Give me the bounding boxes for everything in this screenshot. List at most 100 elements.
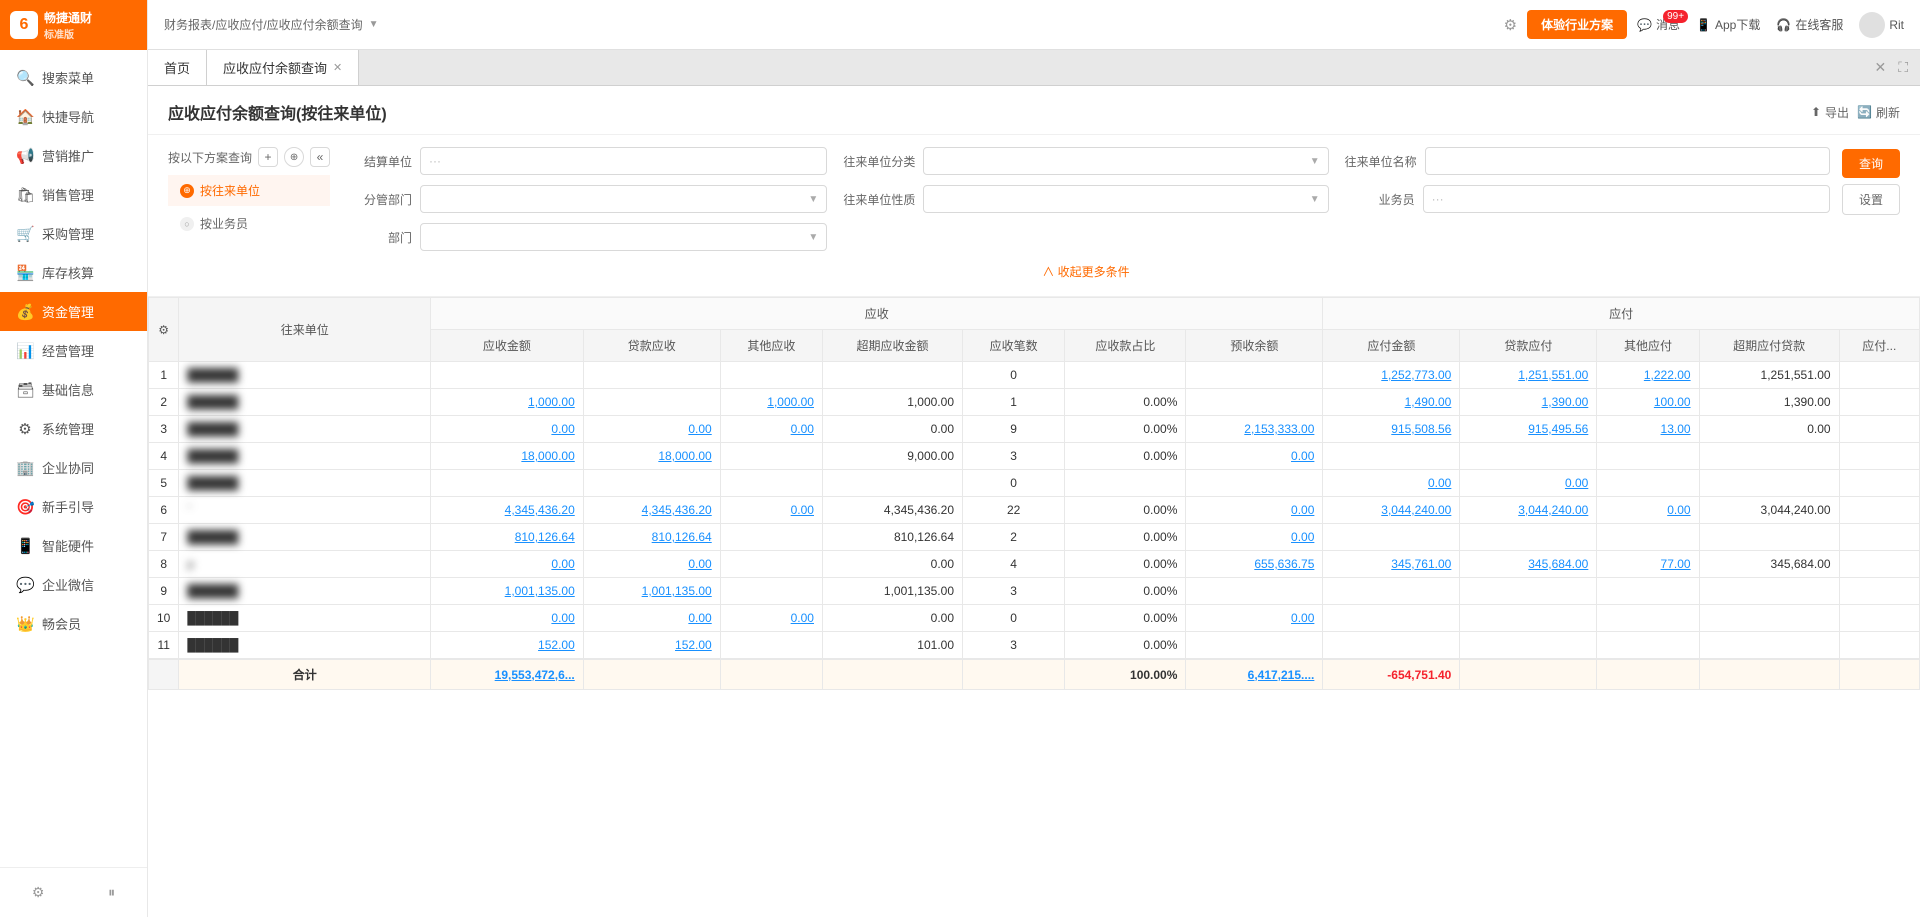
- ar-other-cell[interactable]: 1,000.00: [720, 389, 822, 416]
- settings-col-header[interactable]: ⚙: [149, 298, 179, 362]
- ar-loan-cell[interactable]: 810,126.64: [583, 524, 720, 551]
- ap-other-cell[interactable]: 1,222.00: [1597, 362, 1699, 389]
- ap-amount-cell[interactable]: 3,044,240.00: [1323, 497, 1460, 524]
- ap-amount-cell[interactable]: 915,508.56: [1323, 416, 1460, 443]
- footer-ar-total[interactable]: 19,553,472,6...: [431, 659, 584, 690]
- tab-expand-icon[interactable]: ⛶: [1894, 55, 1912, 80]
- ar-amount-cell: [431, 362, 584, 389]
- sidebar-item-inventory[interactable]: 🏪 库存核算: [0, 253, 147, 292]
- tab-close-window-icon[interactable]: ✕: [1870, 55, 1890, 80]
- collapse-more-btn[interactable]: ∧ 收起更多条件: [342, 259, 1830, 284]
- filter-field-division: 部门 ▼: [342, 223, 827, 251]
- filter-collapse-button[interactable]: «: [310, 147, 330, 167]
- ar-amount-cell[interactable]: 1,001,135.00: [431, 578, 584, 605]
- app-download-button[interactable]: 📱 App下载: [1696, 16, 1760, 33]
- footer-ar-prepay[interactable]: 6,417,215....: [1186, 659, 1323, 690]
- division-input[interactable]: ▼: [420, 223, 827, 251]
- query-button[interactable]: 查询: [1842, 149, 1900, 178]
- sidebar-item-guide[interactable]: 🎯 新手引导: [0, 487, 147, 526]
- sidebar-item-operation[interactable]: 📊 经营管理: [0, 331, 147, 370]
- tab-query[interactable]: 应收应付余额查询 ✕: [207, 50, 359, 85]
- user-menu[interactable]: Rit: [1859, 12, 1904, 38]
- sidebar-item-marketing[interactable]: 📢 营销推广: [0, 136, 147, 175]
- inventory-icon: 🏪: [16, 264, 34, 282]
- tab-home[interactable]: 首页: [148, 50, 207, 85]
- ap-overdue-cell: [1699, 443, 1839, 470]
- filter-scheme-button[interactable]: ⊕: [284, 147, 304, 167]
- sidebar-settings-btn[interactable]: ⚙: [26, 878, 51, 907]
- ar-other-cell[interactable]: 0.00: [720, 416, 822, 443]
- service-button[interactable]: 🎧 在线客服: [1776, 16, 1843, 33]
- sidebar-item-search[interactable]: 🔍 搜索菜单: [0, 58, 147, 97]
- message-button[interactable]: 💬 消息 99+: [1637, 16, 1680, 33]
- sidebar-item-nav[interactable]: 🏠 快捷导航: [0, 97, 147, 136]
- sidebar-item-purchase[interactable]: 🛒 采购管理: [0, 214, 147, 253]
- sidebar-item-system[interactable]: ⚙ 系统管理: [0, 409, 147, 448]
- dept-input[interactable]: ▼: [420, 185, 827, 213]
- ar-prepay-cell[interactable]: 655,636.75: [1186, 551, 1323, 578]
- settings-button[interactable]: 设置: [1842, 184, 1900, 215]
- ar-prepay-cell[interactable]: 0.00: [1186, 605, 1323, 632]
- ap-loan-cell[interactable]: 915,495.56: [1460, 416, 1597, 443]
- salesperson-input[interactable]: ···: [1423, 185, 1830, 213]
- ar-amount-cell[interactable]: 152.00: [431, 632, 584, 660]
- ar-loan-cell[interactable]: 152.00: [583, 632, 720, 660]
- scheme-by-unit[interactable]: ⊕ 按往来单位: [168, 175, 330, 206]
- sidebar-item-wechat[interactable]: 💬 企业微信: [0, 565, 147, 604]
- ar-loan-cell[interactable]: 1,001,135.00: [583, 578, 720, 605]
- sidebar-collapse-btn[interactable]: ⏸: [102, 878, 121, 907]
- sidebar-item-hardware[interactable]: 📱 智能硬件: [0, 526, 147, 565]
- filter-add-button[interactable]: +: [258, 147, 278, 167]
- ap-loan-cell[interactable]: 1,251,551.00: [1460, 362, 1597, 389]
- ar-amount-cell[interactable]: 0.00: [431, 416, 584, 443]
- ap-amount-cell[interactable]: 0.00: [1323, 470, 1460, 497]
- ap-loan-cell[interactable]: 1,390.00: [1460, 389, 1597, 416]
- breadcrumb-dropdown-icon[interactable]: ▼: [369, 19, 379, 30]
- sidebar-item-corp[interactable]: 🏢 企业协同: [0, 448, 147, 487]
- ar-prepay-cell[interactable]: 0.00: [1186, 443, 1323, 470]
- ap-loan-cell[interactable]: 3,044,240.00: [1460, 497, 1597, 524]
- ap-loan-cell[interactable]: 345,684.00: [1460, 551, 1597, 578]
- refresh-button[interactable]: 🔄 刷新: [1857, 104, 1900, 121]
- ap-other-cell[interactable]: 77.00: [1597, 551, 1699, 578]
- ar-amount-cell[interactable]: 4,345,436.20: [431, 497, 584, 524]
- ap-other-cell[interactable]: 13.00: [1597, 416, 1699, 443]
- ar-amount-cell[interactable]: 18,000.00: [431, 443, 584, 470]
- promo-button[interactable]: 体验行业方案: [1527, 10, 1627, 39]
- name-input[interactable]: [1425, 147, 1830, 175]
- ar-loan-cell[interactable]: 4,345,436.20: [583, 497, 720, 524]
- ar-loan-cell[interactable]: 18,000.00: [583, 443, 720, 470]
- ar-prepay-cell[interactable]: 0.00: [1186, 524, 1323, 551]
- ar-prepay-cell[interactable]: 2,153,333.00: [1186, 416, 1323, 443]
- ap-amount-cell[interactable]: 1,490.00: [1323, 389, 1460, 416]
- sidebar-item-vip[interactable]: 👑 畅会员: [0, 604, 147, 643]
- ar-amount-cell[interactable]: 0.00: [431, 551, 584, 578]
- ar-count-cell: 4: [963, 551, 1065, 578]
- sidebar-item-finance[interactable]: 💰 资金管理: [0, 292, 147, 331]
- ar-ratio-cell: [1065, 362, 1186, 389]
- ar-amount-cell[interactable]: 0.00: [431, 605, 584, 632]
- sidebar-item-sales[interactable]: 🛍 销售管理: [0, 175, 147, 214]
- tab-close-icon[interactable]: ✕: [333, 61, 342, 74]
- ar-amount-cell[interactable]: 810,126.64: [431, 524, 584, 551]
- scheme-by-staff[interactable]: ○ 按业务员: [168, 208, 330, 239]
- sidebar-item-base[interactable]: 🗃 基础信息: [0, 370, 147, 409]
- ar-loan-cell[interactable]: 0.00: [583, 416, 720, 443]
- category-input[interactable]: ▼: [923, 147, 1328, 175]
- ap-other-cell[interactable]: 100.00: [1597, 389, 1699, 416]
- ar-loan-cell[interactable]: 0.00: [583, 551, 720, 578]
- ap-amount-cell[interactable]: 345,761.00: [1323, 551, 1460, 578]
- ar-other-cell[interactable]: 0.00: [720, 605, 822, 632]
- ar-prepay-cell[interactable]: 0.00: [1186, 497, 1323, 524]
- ap-other-cell[interactable]: 0.00: [1597, 497, 1699, 524]
- ar-amount-cell[interactable]: 1,000.00: [431, 389, 584, 416]
- ap-amount-cell[interactable]: 1,252,773.00: [1323, 362, 1460, 389]
- nature-input[interactable]: ▼: [923, 185, 1328, 213]
- ar-loan-cell[interactable]: 0.00: [583, 605, 720, 632]
- topbar-gear-icon[interactable]: ⚙: [1504, 16, 1517, 34]
- ap-amount-cell: [1323, 443, 1460, 470]
- ar-other-cell[interactable]: 0.00: [720, 497, 822, 524]
- export-button[interactable]: ⬆ 导出: [1811, 104, 1849, 121]
- jiesuan-input[interactable]: ···: [420, 147, 827, 175]
- ap-loan-cell[interactable]: 0.00: [1460, 470, 1597, 497]
